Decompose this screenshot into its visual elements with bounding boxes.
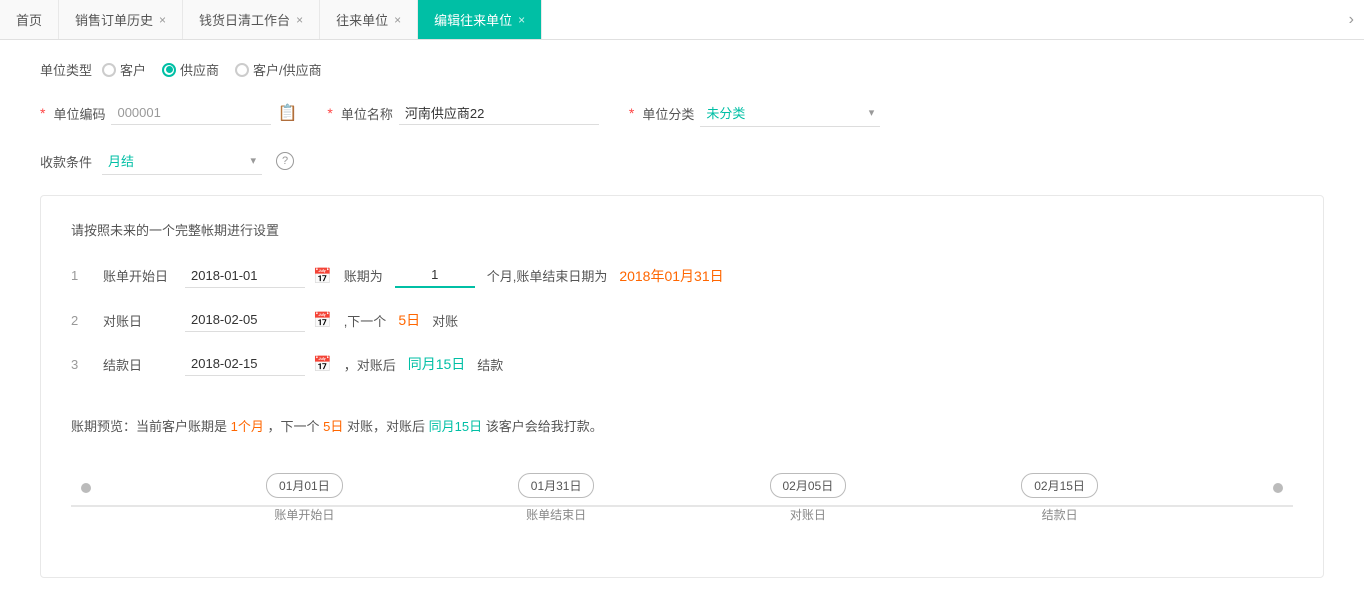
unit-code-icon[interactable]: 📋 — [277, 103, 297, 123]
tab-edit-partner[interactable]: 编辑往来单位 × — [418, 0, 542, 39]
timeline-start-dot — [81, 483, 91, 493]
reconcile-prefix: ,下一个 — [344, 311, 387, 330]
radio-group-unit-type: 客户 供应商 客户/供应商 — [102, 60, 322, 79]
payment-terms-value: 月结 — [108, 151, 246, 170]
unit-class-label: 单位分类 — [642, 104, 694, 123]
timeline-point-4: 02月15日 结款日 — [1021, 473, 1098, 523]
settings-section: 请按照未来的一个完整帐期进行设置 1 账单开始日 📅 账期为 个月,账单结束日期… — [40, 195, 1324, 578]
close-tab-sales-order[interactable]: × — [159, 14, 166, 26]
timeline-bubble-3: 02月05日 — [770, 473, 847, 498]
preview-payment-day: 同月15日 — [429, 419, 482, 434]
tab-scroll-right[interactable]: › — [1339, 0, 1364, 39]
reconcile-date-input[interactable] — [185, 308, 305, 332]
unit-name-required: * — [327, 105, 332, 121]
tab-sales-order[interactable]: 销售订单历史 × — [59, 0, 183, 39]
unit-info-row: * 单位编码 📋 * 单位名称 * 单位分类 未分类 ▾ — [40, 99, 1324, 127]
timeline-label-1: 账单开始日 — [274, 506, 334, 523]
timeline-point-2: 01月31日 账单结束日 — [518, 473, 595, 523]
unit-code-required: * — [40, 105, 45, 121]
close-tab-cash-reconcile[interactable]: × — [296, 14, 303, 26]
period-value-input[interactable] — [395, 263, 475, 288]
period-suffix: 个月,账单结束日期为 — [487, 266, 608, 285]
preview-reconcile-day: 5日 — [323, 419, 343, 434]
row-label-1: 账单开始日 — [103, 266, 173, 285]
setting-row-1: 1 账单开始日 📅 账期为 个月,账单结束日期为 2018年01月31日 — [71, 263, 1293, 288]
reconcile-date-calendar-icon[interactable]: 📅 — [313, 311, 332, 329]
radio-customer-circle — [102, 63, 116, 77]
payment-date-calendar-icon[interactable]: 📅 — [313, 355, 332, 373]
tab-bar: 首页 销售订单历史 × 钱货日清工作台 × 往来单位 × 编辑往来单位 × › — [0, 0, 1364, 40]
timeline: 01月01日 账单开始日 01月31日 账单结束日 02月05日 对账日 — [71, 459, 1293, 553]
unit-code-input[interactable] — [111, 101, 271, 125]
row-num-3: 3 — [71, 357, 91, 372]
tab-cash-reconcile[interactable]: 钱货日清工作台 × — [183, 0, 320, 39]
payment-suffix: 结款 — [477, 355, 503, 374]
unit-type-row: 单位类型 客户 供应商 客户/供应商 — [40, 60, 1324, 79]
close-tab-edit-partner[interactable]: × — [518, 14, 525, 26]
unit-class-arrow-icon: ▾ — [869, 106, 875, 119]
payment-date-input[interactable] — [185, 352, 305, 376]
start-date-input[interactable] — [185, 264, 305, 288]
payment-terms-row: 收款条件 月结 ▾ ? — [40, 147, 1324, 175]
section-title: 请按照未来的一个完整帐期进行设置 — [71, 220, 1293, 239]
unit-type-label: 单位类型 — [40, 60, 92, 79]
start-date-calendar-icon[interactable]: 📅 — [313, 267, 332, 285]
timeline-label-2: 账单结束日 — [526, 506, 586, 523]
row-num-1: 1 — [71, 268, 91, 283]
payment-terms-dropdown[interactable]: 月结 ▾ — [102, 147, 262, 175]
timeline-label-3: 对账日 — [790, 506, 826, 523]
preview-text: 账期预览：当前客户账期是 1个月 ，下一个 5日 对账，对账后 同月15日 该客… — [71, 416, 1293, 435]
timeline-end-dot — [1273, 483, 1283, 493]
row-label-2: 对账日 — [103, 311, 173, 330]
payment-terms-arrow-icon: ▾ — [250, 154, 256, 167]
timeline-label-4: 结款日 — [1042, 506, 1078, 523]
period-label: 账期为 — [344, 266, 383, 285]
payment-day: 同月15日 — [408, 354, 466, 374]
unit-class-value: 未分类 — [706, 103, 864, 122]
preview-section: 账期预览：当前客户账期是 1个月 ，下一个 5日 对账，对账后 同月15日 该客… — [71, 396, 1293, 553]
radio-both[interactable]: 客户/供应商 — [235, 60, 322, 79]
unit-class-dropdown[interactable]: 未分类 ▾ — [700, 99, 880, 127]
radio-both-circle — [235, 63, 249, 77]
reconcile-suffix: 对账 — [432, 311, 458, 330]
radio-supplier[interactable]: 供应商 — [162, 60, 219, 79]
unit-name-input[interactable] — [399, 101, 599, 125]
radio-supplier-circle — [162, 63, 176, 77]
row-num-2: 2 — [71, 313, 91, 328]
timeline-point-1: 01月01日 账单开始日 — [266, 473, 343, 523]
timeline-bubble-2: 01月31日 — [518, 473, 595, 498]
row-label-3: 结款日 — [103, 355, 173, 374]
main-content: 单位类型 客户 供应商 客户/供应商 * 单位编码 📋 — [0, 40, 1364, 608]
setting-row-2: 2 对账日 📅 ,下一个 5日 对账 — [71, 308, 1293, 332]
unit-name-label: 单位名称 — [341, 104, 393, 123]
preview-period: 1个月 — [231, 419, 264, 434]
unit-class-required: * — [629, 105, 634, 121]
tab-partner-unit[interactable]: 往来单位 × — [320, 0, 418, 39]
radio-supplier-dot — [166, 66, 173, 73]
help-icon[interactable]: ? — [276, 152, 294, 170]
timeline-bubble-1: 01月01日 — [266, 473, 343, 498]
timeline-point-3: 02月05日 对账日 — [770, 473, 847, 523]
setting-row-3: 3 结款日 📅 ，对账后 同月15日 结款 — [71, 352, 1293, 376]
timeline-bubble-4: 02月15日 — [1021, 473, 1098, 498]
radio-customer[interactable]: 客户 — [102, 60, 146, 79]
unit-code-label: 单位编码 — [53, 104, 105, 123]
tab-home[interactable]: 首页 — [0, 0, 59, 39]
close-tab-partner-unit[interactable]: × — [394, 14, 401, 26]
payment-prefix: ，对账后 — [344, 355, 396, 374]
payment-terms-label: 收款条件 — [40, 152, 92, 171]
period-end-date: 2018年01月31日 — [619, 266, 723, 286]
reconcile-day: 5日 — [398, 310, 420, 330]
